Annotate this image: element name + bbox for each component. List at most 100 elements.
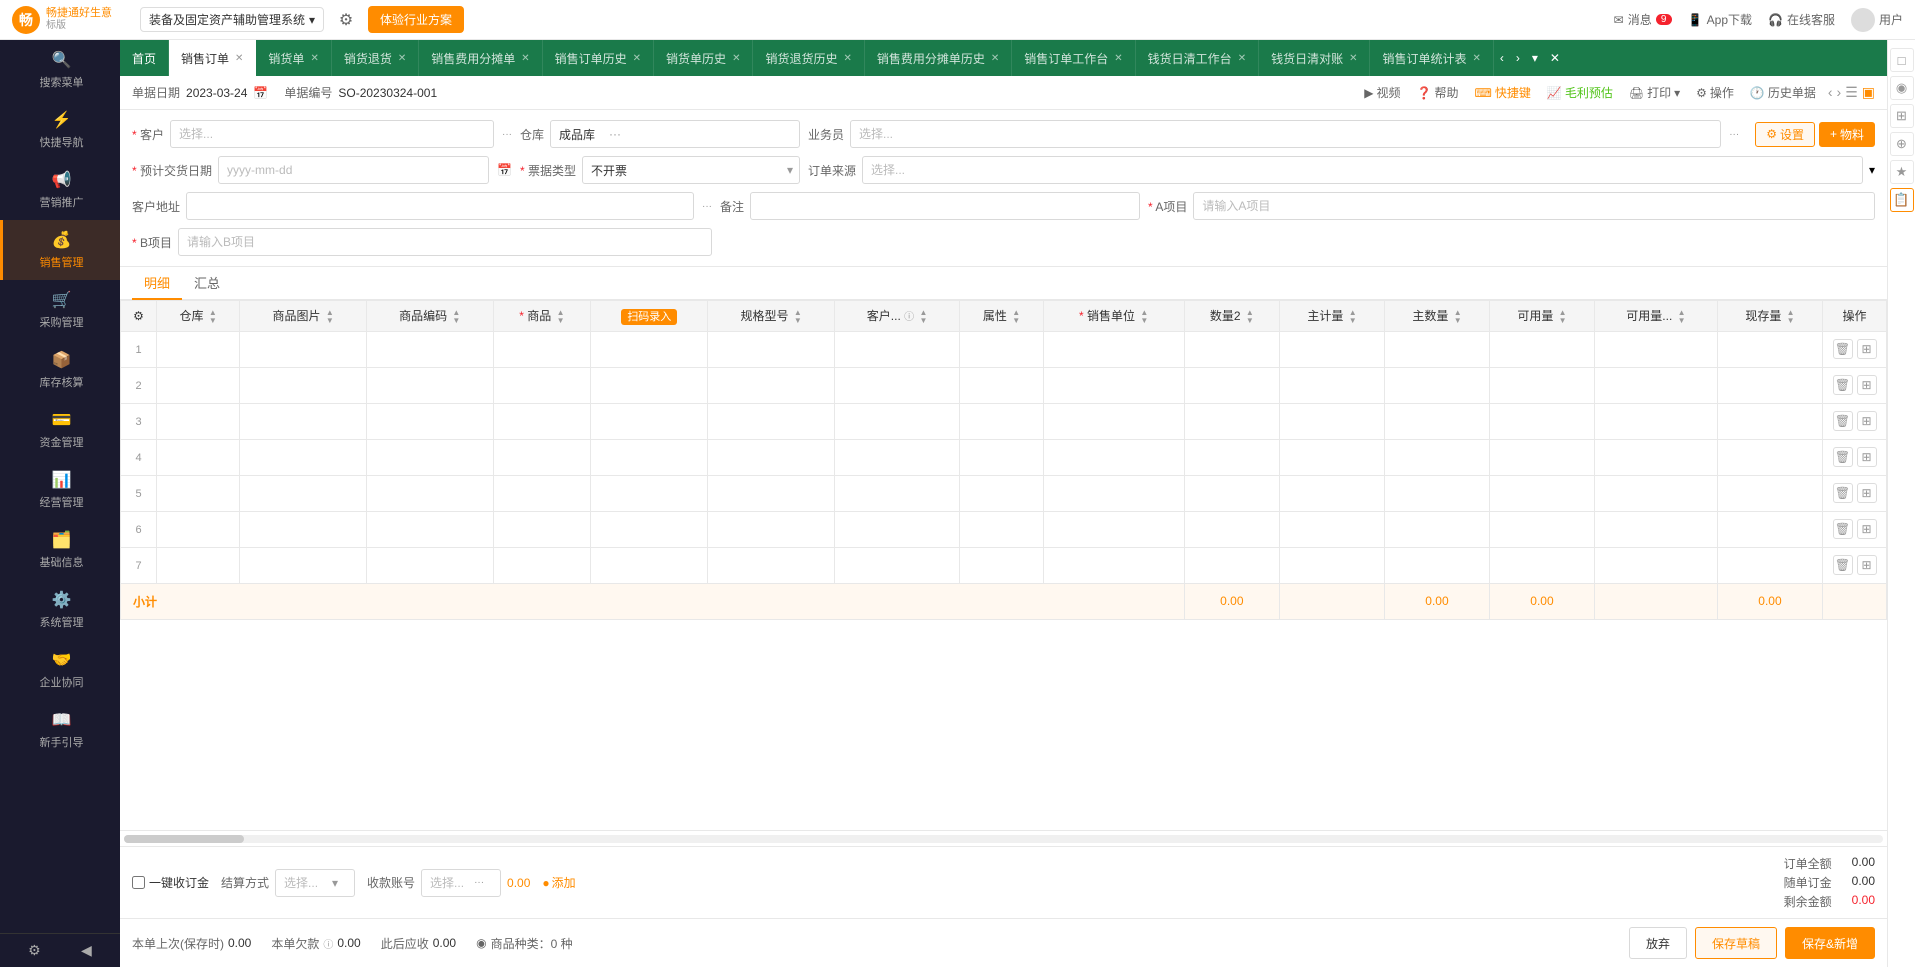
address-input[interactable] — [186, 192, 694, 220]
scroll-track[interactable] — [124, 835, 1883, 843]
calendar-icon[interactable]: 📅 — [253, 86, 268, 100]
th-scan[interactable]: 扫码录入 — [591, 301, 708, 332]
delivery-input[interactable] — [218, 156, 489, 184]
row-1-delete-btn[interactable]: 🗑 — [1833, 339, 1853, 359]
sort-spec-icon[interactable]: ▲▼ — [794, 309, 802, 325]
sidebar-item-base[interactable]: 🗂️ 基础信息 — [0, 520, 120, 580]
row-1-copy-btn[interactable]: ⊞ — [1857, 339, 1877, 359]
sort-customer-code-icon[interactable]: ▲▼ — [920, 309, 928, 325]
tab-close-daily-reconcile[interactable]: ✕ — [1349, 53, 1357, 64]
row-4-copy-btn[interactable]: ⊞ — [1857, 447, 1877, 467]
tab-home[interactable]: 首页 — [120, 40, 169, 76]
row-6-delete-btn[interactable]: 🗑 — [1833, 519, 1853, 539]
settings-form-btn[interactable]: ⚙ 设置 — [1755, 122, 1815, 147]
history-btn[interactable]: 🕐 历史单据 — [1746, 82, 1820, 103]
sidebar-item-quick[interactable]: ⚡ 快捷导航 — [0, 100, 120, 160]
tab-close-expense-history[interactable]: ✕ — [991, 53, 999, 64]
th-settings[interactable]: ⚙ — [121, 301, 157, 332]
order-source-input[interactable] — [862, 156, 1863, 184]
sidebar-item-business[interactable]: 📊 经营管理 — [0, 460, 120, 520]
sort-attribute-icon[interactable]: ▲▼ — [1012, 309, 1020, 325]
delivery-cal-icon[interactable]: 📅 — [497, 163, 512, 177]
tab-close-all-btn[interactable]: ✕ — [1544, 51, 1566, 65]
help-btn[interactable]: ❓ 帮助 — [1413, 82, 1463, 103]
tab-sales-order[interactable]: 销售订单 ✕ — [169, 40, 256, 76]
tab-return-history[interactable]: 销货退货历史 ✕ — [753, 40, 864, 76]
tab-close-return[interactable]: ✕ — [398, 53, 406, 64]
tab-summary[interactable]: 汇总 — [182, 267, 232, 300]
row-3-delete-btn[interactable]: 🗑 — [1833, 411, 1853, 431]
auto-collect-checkbox[interactable]: 一键收订金 — [132, 874, 209, 891]
settings-icon[interactable]: ⚙ — [332, 6, 360, 34]
sort-warehouse-icon[interactable]: ▲▼ — [209, 309, 217, 325]
settings-bottom-icon[interactable]: ⚙ — [28, 942, 41, 959]
tab-order-workbench[interactable]: 销售订单工作台 ✕ — [1012, 40, 1135, 76]
account-more-icon[interactable]: ··· — [474, 877, 484, 888]
a-project-input[interactable] — [1193, 192, 1875, 220]
row-4-delete-btn[interactable]: 🗑 — [1833, 447, 1853, 467]
row-2-delete-btn[interactable]: 🗑 — [1833, 375, 1853, 395]
tab-daily-workbench[interactable]: 钱货日清工作台 ✕ — [1136, 40, 1259, 76]
b-project-input[interactable] — [178, 228, 712, 256]
sidebar-item-coop[interactable]: 🤝 企业协同 — [0, 640, 120, 700]
invoice-select[interactable]: 不开票 ▾ — [582, 156, 800, 184]
discard-btn[interactable]: 放弃 — [1629, 927, 1687, 959]
sidebar-item-search[interactable]: 🔍 搜索菜单 — [0, 40, 120, 100]
industry-btn[interactable]: 体验行业方案 — [368, 6, 464, 33]
sidebar-item-inventory[interactable]: 📦 库存核算 — [0, 340, 120, 400]
row-5-copy-btn[interactable]: ⊞ — [1857, 483, 1877, 503]
save-new-btn[interactable]: 保存&新增 — [1785, 927, 1875, 959]
tab-close-return-history[interactable]: ✕ — [843, 53, 851, 64]
sort-code-icon[interactable]: ▲▼ — [452, 309, 460, 325]
row-5-delete-btn[interactable]: 🗑 — [1833, 483, 1853, 503]
view-next-btn[interactable]: › — [1837, 84, 1842, 101]
row-7-delete-btn[interactable]: 🗑 — [1833, 555, 1853, 575]
shortcut-btn[interactable]: ⌨ 快捷键 — [1471, 82, 1535, 103]
row-7-copy-btn[interactable]: ⊞ — [1857, 555, 1877, 575]
tab-close-invoice[interactable]: ✕ — [310, 53, 318, 64]
remark-input[interactable] — [750, 192, 1140, 220]
operations-btn[interactable]: ⚙ 操作 — [1692, 82, 1738, 103]
tab-prev-btn[interactable]: ‹ — [1494, 51, 1510, 65]
table-view-btn[interactable]: ▣ — [1862, 84, 1875, 101]
sort-image-icon[interactable]: ▲▼ — [326, 309, 334, 325]
tab-order-stats[interactable]: 销售订单统计表 ✕ — [1370, 40, 1493, 76]
staff-input[interactable] — [850, 120, 1721, 148]
sidebar-item-purchase[interactable]: 🛒 采购管理 — [0, 280, 120, 340]
right-icon-3[interactable]: ⊞ — [1890, 104, 1914, 128]
tab-daily-reconcile[interactable]: 钱货日清对账 ✕ — [1259, 40, 1370, 76]
tab-invoice-history[interactable]: 销货单历史 ✕ — [654, 40, 753, 76]
sidebar-item-finance[interactable]: 💳 资金管理 — [0, 400, 120, 460]
account-select[interactable]: 选择... ··· — [421, 869, 501, 897]
view-prev-btn[interactable]: ‹ — [1828, 84, 1833, 101]
tab-close-sales-order[interactable]: ✕ — [235, 53, 243, 64]
tab-detail[interactable]: 明细 — [132, 267, 182, 300]
sidebar-item-guide[interactable]: 📖 新手引导 — [0, 700, 120, 760]
customer-more-icon[interactable]: ··· — [502, 129, 512, 140]
sort-stock-icon[interactable]: ▲▼ — [1787, 309, 1795, 325]
grid-view-btn[interactable]: ☰ — [1845, 84, 1858, 101]
preview-btn[interactable]: ▶ 视频 — [1360, 82, 1404, 103]
tab-close-daily-workbench[interactable]: ✕ — [1238, 53, 1246, 64]
right-icon-2[interactable]: ◉ — [1890, 76, 1914, 100]
sidebar-item-sales[interactable]: 💰 销售管理 — [0, 220, 120, 280]
sort-available2-icon[interactable]: ▲▼ — [1678, 309, 1686, 325]
tab-menu-btn[interactable]: ▾ — [1526, 51, 1544, 65]
add-material-btn[interactable]: + 物料 — [1819, 122, 1875, 147]
right-icon-5[interactable]: ★ — [1890, 160, 1914, 184]
tab-close-expense[interactable]: ✕ — [521, 53, 529, 64]
sort-main-unit-icon[interactable]: ▲▼ — [1349, 309, 1357, 325]
user-menu[interactable]: 用户 — [1851, 8, 1903, 32]
profit-btn[interactable]: 📈 毛利预估 — [1543, 82, 1617, 103]
staff-more-icon[interactable]: ··· — [1729, 129, 1739, 140]
customer-input[interactable] — [170, 120, 494, 148]
message-btn[interactable]: ✉ 消息 9 — [1614, 11, 1672, 28]
online-service-btn[interactable]: 🎧 在线客服 — [1768, 11, 1835, 28]
tab-return[interactable]: 销货退货 ✕ — [332, 40, 419, 76]
right-icon-1[interactable]: □ — [1890, 48, 1914, 72]
system-title[interactable]: 装备及固定资产辅助管理系统 ▾ — [140, 7, 324, 32]
scroll-thumb[interactable] — [124, 835, 244, 843]
app-download-btn[interactable]: 📱 App下载 — [1688, 11, 1752, 28]
sort-unit-icon[interactable]: ▲▼ — [1140, 309, 1148, 325]
right-icon-4[interactable]: ⊕ — [1890, 132, 1914, 156]
